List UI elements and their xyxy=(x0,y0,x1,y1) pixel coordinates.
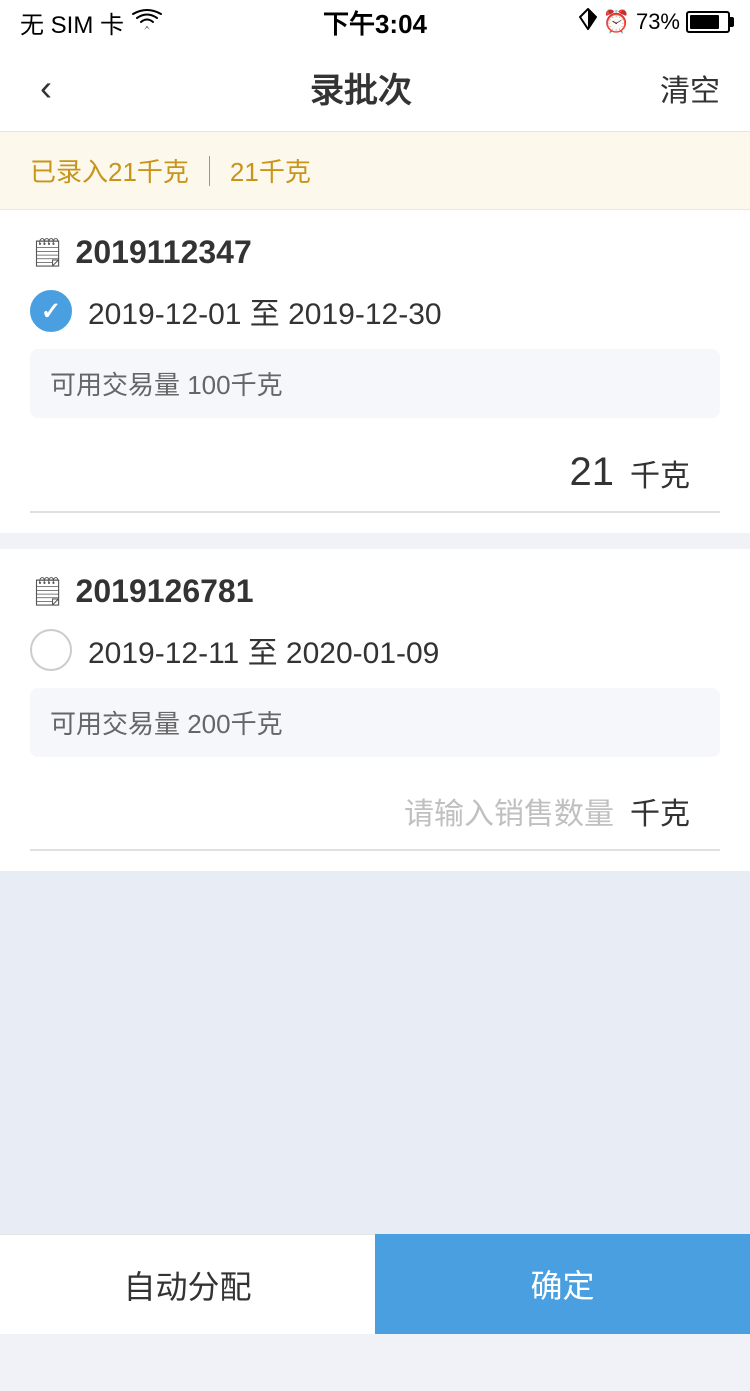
back-button[interactable]: ‹ xyxy=(30,57,62,119)
batch-1-radio[interactable] xyxy=(30,290,72,332)
nav-bar: ‹ 录批次 清空 xyxy=(0,44,750,132)
alarm-icon: ⏰ xyxy=(603,9,630,35)
batch-1-spacer xyxy=(0,513,750,533)
batch-card-1: 🗒 2019112347 2019-12-01 至 2019-12-30 可用交… xyxy=(0,210,750,533)
batch-card-2: 🗒 2019126781 2019-12-11 至 2020-01-09 可用交… xyxy=(0,549,750,871)
info-divider xyxy=(209,156,210,186)
batch-1-date-row[interactable]: 2019-12-01 至 2019-12-30 xyxy=(0,281,750,341)
entered-qty-label: 已录入21千克 xyxy=(30,152,189,189)
status-bar-time: 下午3:04 xyxy=(323,4,427,41)
auto-distribute-button[interactable]: 自动分配 xyxy=(0,1234,375,1334)
batch-2-input-placeholder: 请输入销售数量 xyxy=(404,789,614,833)
batch-1-qty: 可用交易量 100千克 xyxy=(30,349,720,418)
batch-1-header: 🗒 2019112347 xyxy=(0,210,750,281)
batch-2-id: 2019126781 xyxy=(76,573,254,610)
batch-2-header: 🗒 2019126781 xyxy=(0,549,750,620)
wifi-icon xyxy=(132,8,162,37)
batch-1-amount-row: 21 千克 xyxy=(30,434,720,513)
batch-2-unit: 千克 xyxy=(630,789,690,833)
clear-button[interactable]: 清空 xyxy=(660,66,720,110)
section-divider xyxy=(0,533,750,549)
status-bar: 无 SIM 卡 下午3:04 ⏰ 73% xyxy=(0,0,750,44)
confirm-button[interactable]: 确定 xyxy=(375,1234,750,1334)
batch-2-date-row[interactable]: 2019-12-11 至 2020-01-09 xyxy=(0,620,750,680)
batch-2-qty: 可用交易量 200千克 xyxy=(30,688,720,757)
bottom-bar: 自动分配 确定 xyxy=(0,1234,750,1334)
batch-1-amount[interactable]: 21 xyxy=(570,450,615,495)
status-bar-right: ⏰ 73% xyxy=(579,8,730,36)
batch-1-date: 2019-12-01 至 2019-12-30 xyxy=(88,289,442,333)
status-bar-left: 无 SIM 卡 xyxy=(20,5,162,40)
entered-qty-value: 21千克 xyxy=(230,152,311,189)
doc-icon-1: 🗒 xyxy=(30,236,66,269)
batch-2-spacer xyxy=(0,851,750,871)
doc-icon-2: 🗒 xyxy=(30,575,66,608)
batch-2-radio[interactable] xyxy=(30,629,72,671)
content-area: 🗒 2019112347 2019-12-01 至 2019-12-30 可用交… xyxy=(0,210,750,1391)
batch-1-id: 2019112347 xyxy=(76,234,252,271)
battery-icon xyxy=(686,11,730,33)
batch-2-input-row[interactable]: 请输入销售数量 千克 xyxy=(30,773,720,851)
location-icon xyxy=(579,8,597,36)
empty-area xyxy=(0,871,750,1291)
batch-1-unit: 千克 xyxy=(630,451,690,495)
page-title: 录批次 xyxy=(310,63,412,112)
carrier-text: 无 SIM 卡 xyxy=(20,5,124,40)
info-banner: 已录入21千克 21千克 xyxy=(0,132,750,210)
batch-2-date: 2019-12-11 至 2020-01-09 xyxy=(88,628,439,672)
battery-text: 73% xyxy=(636,9,680,35)
